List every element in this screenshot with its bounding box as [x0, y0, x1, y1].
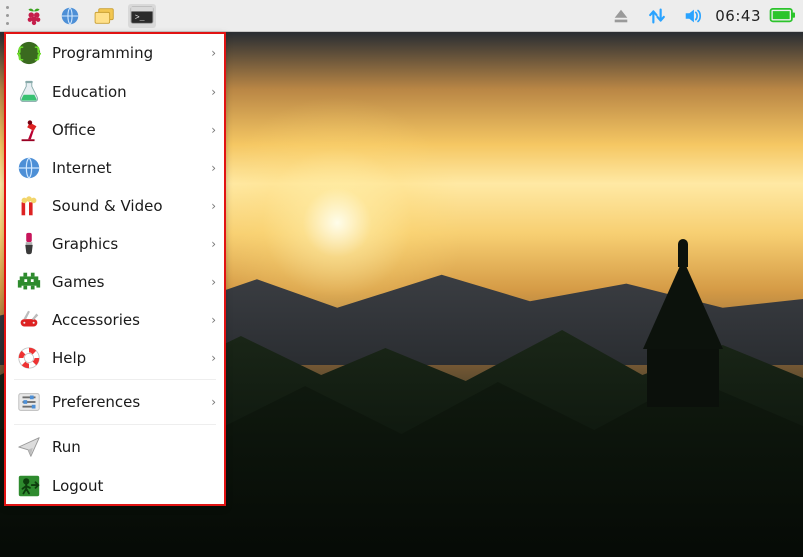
menu-separator: [14, 424, 216, 425]
taskbar: >_ 06:43: [0, 0, 803, 32]
svg-text:{ }: { }: [16, 47, 42, 63]
chevron-right-icon: ›: [211, 313, 216, 327]
menu-item-label: Run: [52, 438, 214, 456]
menu-item-label: Logout: [52, 477, 214, 495]
menu-item-programming[interactable]: { } Programming›: [6, 34, 224, 72]
sliders-icon: [16, 389, 42, 415]
menu-item-games[interactable]: Games›: [6, 262, 224, 300]
menu-item-label: Help: [52, 349, 214, 367]
tray-volume[interactable]: [679, 4, 707, 28]
eject-icon: [612, 7, 630, 25]
menu-item-accessories[interactable]: Accessories›: [6, 300, 224, 338]
globe-icon: [16, 155, 42, 181]
updown-arrows-icon: [647, 6, 667, 26]
chevron-right-icon: ›: [211, 123, 216, 137]
tray-battery[interactable]: [769, 4, 797, 28]
launcher-raspberry-menu[interactable]: [20, 4, 48, 28]
chevron-right-icon: ›: [211, 275, 216, 289]
application-menu: { }Programming›Education›Office›Internet…: [4, 32, 226, 506]
menu-item-run[interactable]: Run: [6, 428, 224, 466]
battery-icon: [769, 8, 797, 24]
globe-icon: [59, 5, 81, 27]
paper-plane-icon: [16, 434, 42, 460]
tray-network[interactable]: [643, 4, 671, 28]
menu-item-preferences[interactable]: Preferences›: [6, 383, 224, 421]
menu-item-label: Preferences: [52, 393, 214, 411]
menu-item-help[interactable]: Help›: [6, 338, 224, 376]
launcher-web-browser[interactable]: [56, 4, 84, 28]
braces-icon: { }: [16, 40, 42, 66]
chevron-right-icon: ›: [211, 161, 216, 175]
menu-item-label: Programming: [52, 44, 214, 62]
launcher-file-manager[interactable]: [92, 4, 120, 28]
exit-icon: [16, 473, 42, 499]
wallpaper-temple: [623, 237, 743, 407]
raspberry-icon: [23, 5, 45, 27]
menu-item-education[interactable]: Education›: [6, 72, 224, 110]
menu-item-logout[interactable]: Logout: [6, 466, 224, 504]
svg-text:>_: >_: [135, 13, 145, 22]
chevron-right-icon: ›: [211, 85, 216, 99]
desk-lamp-icon: [16, 117, 42, 143]
menu-separator: [14, 379, 216, 380]
tray-clock[interactable]: 06:43: [715, 7, 761, 25]
paintbrush-icon: [16, 231, 42, 257]
invader-icon: [16, 269, 42, 295]
menu-item-internet[interactable]: Internet›: [6, 148, 224, 186]
menu-item-label: Education: [52, 83, 214, 101]
lifebuoy-icon: [16, 345, 42, 371]
speaker-icon: [683, 6, 703, 26]
menu-item-label: Sound & Video: [52, 197, 214, 215]
tray-eject[interactable]: [607, 4, 635, 28]
terminal-icon: >_: [130, 6, 154, 26]
menu-item-label: Internet: [52, 159, 214, 177]
chevron-right-icon: ›: [211, 46, 216, 60]
taskbar-left: >_: [6, 4, 156, 28]
menu-item-label: Games: [52, 273, 214, 291]
chevron-right-icon: ›: [211, 395, 216, 409]
chevron-right-icon: ›: [211, 199, 216, 213]
menu-item-sound-video[interactable]: Sound & Video›: [6, 186, 224, 224]
menu-item-graphics[interactable]: Graphics›: [6, 224, 224, 262]
chevron-right-icon: ›: [211, 237, 216, 251]
taskbar-right: 06:43: [607, 4, 797, 28]
swiss-knife-icon: [16, 307, 42, 333]
launcher-terminal[interactable]: >_: [128, 4, 156, 28]
menu-item-office[interactable]: Office›: [6, 110, 224, 148]
folders-icon: [94, 6, 118, 26]
popcorn-icon: [16, 193, 42, 219]
chevron-right-icon: ›: [211, 351, 216, 365]
flask-icon: [16, 79, 42, 105]
menu-item-label: Graphics: [52, 235, 214, 253]
menu-item-label: Office: [52, 121, 214, 139]
menu-item-label: Accessories: [52, 311, 214, 329]
taskbar-grip[interactable]: [6, 4, 10, 28]
